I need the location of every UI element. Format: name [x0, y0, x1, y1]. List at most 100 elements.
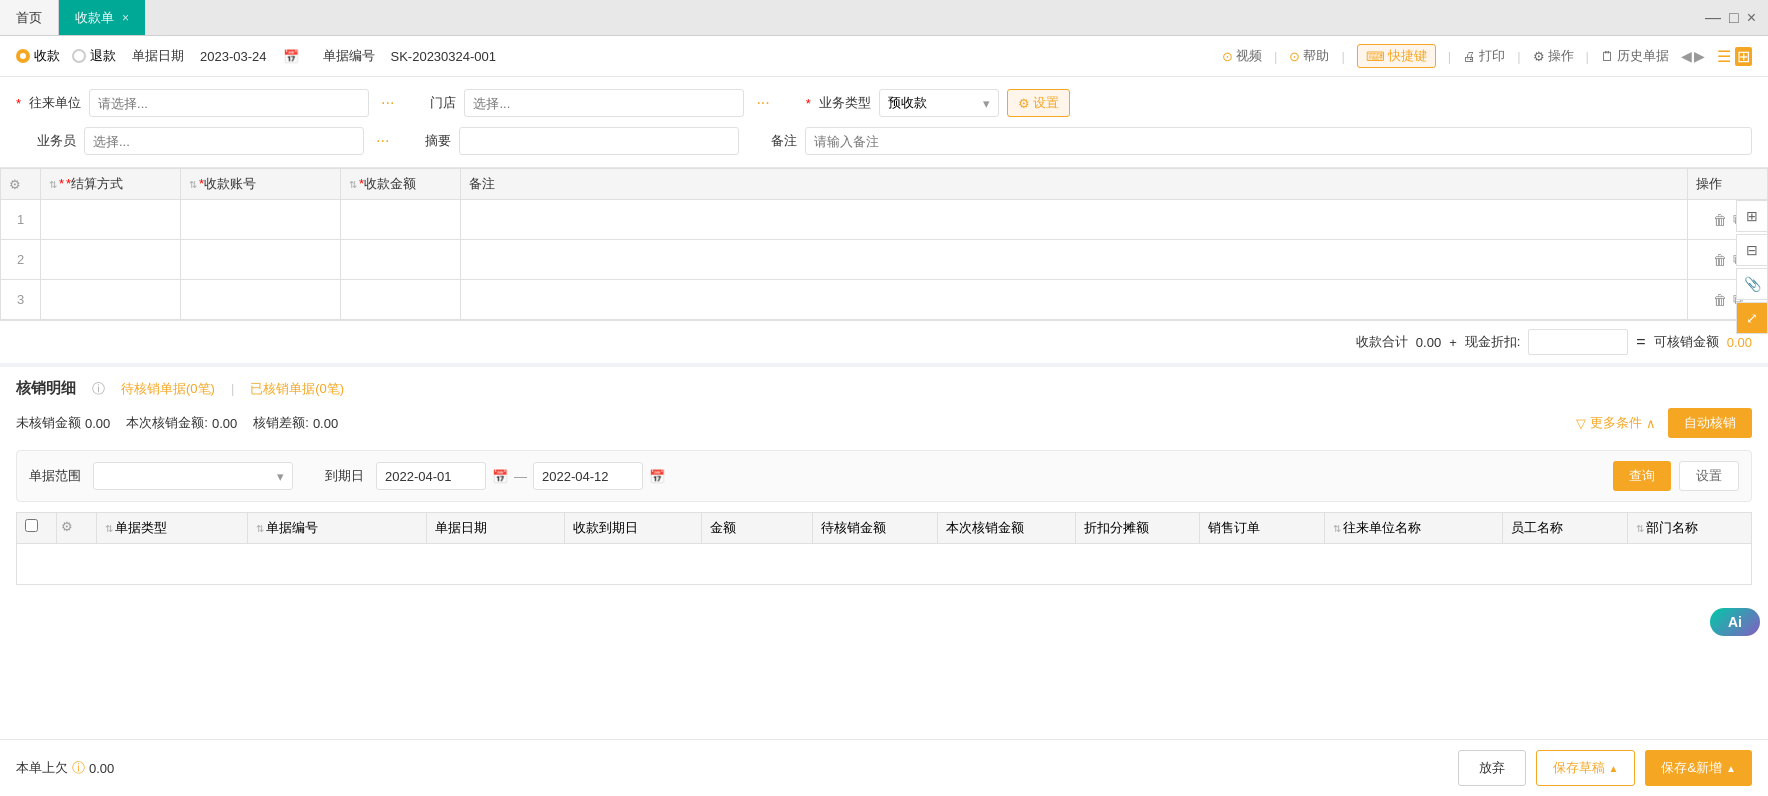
cell-account-1[interactable] [181, 200, 341, 240]
sep1: | [1274, 49, 1277, 64]
th-due-date: 收款到期日 [565, 513, 703, 543]
table-gear-icon[interactable]: ⚙ [9, 177, 21, 192]
delete-icon-2[interactable]: 🗑 [1713, 252, 1727, 268]
grid-view-icon[interactable]: ⊞ [1735, 47, 1752, 66]
operations-btn[interactable]: ⚙ 操作 [1533, 47, 1574, 65]
range-select[interactable]: ▾ [93, 462, 293, 490]
save-new-btn[interactable]: 保存&新增 ▲ [1645, 750, 1752, 786]
info-value: 0.00 [89, 761, 114, 776]
th-doc-type: ⇅ 单据类型 [97, 513, 248, 543]
verify-gear-icon[interactable]: ⚙ [61, 519, 73, 534]
date-from-input[interactable] [376, 462, 486, 490]
history-label: 历史单据 [1617, 47, 1669, 65]
form-settings-btn[interactable]: ⚙ 设置 [1007, 89, 1070, 117]
verify-info-icon[interactable]: ⓘ [92, 380, 105, 398]
cell-amount-3[interactable] [341, 280, 461, 320]
cell-amount-1[interactable] [341, 200, 461, 240]
radio-refund[interactable]: 退款 [72, 47, 116, 65]
verify-table: ⚙ ⇅ 单据类型 ⇅ 单据编号 单据日期 收款到期日 金额 待 [16, 512, 1752, 585]
shortcut-btn[interactable]: ⌨ 快捷键 [1357, 44, 1436, 68]
table-settings-th: ⚙ [1, 169, 41, 200]
right-panel-table-icon[interactable]: ⊞ [1736, 200, 1768, 232]
nav-prev-icon[interactable]: ◀ [1681, 48, 1692, 64]
print-btn[interactable]: 🖨 打印 [1463, 47, 1505, 65]
tab-separator: | [231, 381, 234, 396]
summary-input[interactable] [459, 127, 739, 155]
date-calendar-from-icon[interactable]: 📅 [492, 469, 508, 484]
completed-tab[interactable]: 已核销单据(0笔) [250, 380, 344, 398]
verify-section: 核销明细 ⓘ 待核销单据(0笔) | 已核销单据(0笔) 未核销金额 0.00 … [0, 363, 1768, 597]
tab-home[interactable]: 首页 [0, 0, 59, 35]
business-type-label: 业务类型 [819, 94, 871, 112]
cell-settlement-2[interactable] [41, 240, 181, 280]
tab-close-icon[interactable]: × [122, 11, 129, 25]
counterparty-input[interactable] [89, 89, 369, 117]
cell-amount-2[interactable] [341, 240, 461, 280]
verify-stats: 未核销金额 0.00 本次核销金额: 0.00 核销差额: 0.00 ▽ 更多条… [16, 408, 1752, 438]
delete-icon-1[interactable]: 🗑 [1713, 212, 1727, 228]
right-panel-expand-icon[interactable]: ⤢ [1736, 302, 1768, 334]
th-amount: 金额 [702, 513, 813, 543]
verify-title: 核销明细 [16, 379, 76, 398]
cell-remark-1[interactable] [461, 200, 1688, 240]
date-label: 单据日期 [132, 47, 184, 65]
query-btn[interactable]: 查询 [1613, 461, 1671, 491]
total-label: 收款合计 [1356, 333, 1408, 351]
cell-remark-3[interactable] [461, 280, 1688, 320]
video-btn[interactable]: ⊙ 视频 [1222, 47, 1262, 65]
range-label: 单据范围 [29, 467, 81, 485]
sep5: | [1586, 49, 1589, 64]
counterparty-more-btn[interactable]: ··· [377, 94, 398, 112]
date-range-dash: — [514, 469, 527, 484]
select-all-checkbox[interactable] [25, 519, 38, 532]
window-close-icon[interactable]: × [1747, 9, 1756, 27]
save-draft-btn[interactable]: 保存草稿 ▲ [1536, 750, 1636, 786]
radio-receipt[interactable]: 收款 [16, 47, 60, 65]
cell-settlement-1[interactable] [41, 200, 181, 240]
store-input[interactable] [464, 89, 744, 117]
staff-more-btn[interactable]: ··· [372, 132, 393, 150]
staff-input[interactable] [84, 127, 364, 155]
verify-value: 0.00 [1727, 335, 1752, 350]
cell-remark-2[interactable] [461, 240, 1688, 280]
info-icon[interactable]: ⓘ [72, 759, 85, 777]
nav-arrows: ◀ ▶ [1681, 48, 1705, 64]
total-value: 0.00 [1416, 335, 1441, 350]
window-minimize-icon[interactable]: — [1705, 9, 1721, 27]
cell-account-2[interactable] [181, 240, 341, 280]
auto-verify-btn[interactable]: 自动核销 [1668, 408, 1752, 438]
verify-settings-btn[interactable]: 设置 [1679, 461, 1739, 491]
save-draft-chevron-icon: ▲ [1609, 763, 1619, 774]
summary-label: 摘要 [425, 132, 451, 150]
ai-badge[interactable]: Ai [1710, 608, 1760, 636]
verify-label: 可核销金额 [1654, 333, 1719, 351]
pending-tab[interactable]: 待核销单据(0笔) [121, 380, 215, 398]
help-btn[interactable]: ⊙ 帮助 [1289, 47, 1329, 65]
store-more-btn[interactable]: ··· [752, 94, 773, 112]
business-type-select[interactable]: 预收款 ▾ [879, 89, 999, 117]
window-maximize-icon[interactable]: □ [1729, 9, 1739, 27]
calendar-icon[interactable]: 📅 [283, 49, 299, 64]
plus-sign: + [1449, 335, 1457, 350]
cell-settlement-3[interactable] [41, 280, 181, 320]
right-panel-list-icon[interactable]: ⊟ [1736, 234, 1768, 266]
sum-row: 收款合计 0.00 + 现金折扣: = 可核销金额 0.00 [0, 320, 1768, 363]
tab-active[interactable]: 收款单 × [59, 0, 145, 35]
history-btn[interactable]: 🗒 历史单据 [1601, 47, 1669, 65]
discard-btn[interactable]: 放弃 [1458, 750, 1526, 786]
right-panel-attach-icon[interactable]: 📎 [1736, 268, 1768, 300]
remarks-input[interactable] [805, 127, 1752, 155]
date-calendar-to-icon[interactable]: 📅 [649, 469, 665, 484]
sep4: | [1517, 49, 1520, 64]
range-chevron-icon: ▾ [277, 469, 284, 484]
date-to-input[interactable] [533, 462, 643, 490]
cell-account-3[interactable] [181, 280, 341, 320]
discount-input[interactable] [1528, 329, 1628, 355]
bottom-info: 本单上欠 ⓘ 0.00 [16, 759, 114, 777]
list-view-icon[interactable]: ☰ [1717, 47, 1731, 66]
right-panel: ⊞ ⊟ 📎 ⤢ [1736, 200, 1768, 334]
more-conditions-btn[interactable]: ▽ 更多条件 ∧ [1576, 414, 1656, 432]
nav-next-icon[interactable]: ▶ [1694, 48, 1705, 64]
view-icons: ☰ ⊞ [1717, 47, 1752, 66]
delete-icon-3[interactable]: 🗑 [1713, 292, 1727, 308]
